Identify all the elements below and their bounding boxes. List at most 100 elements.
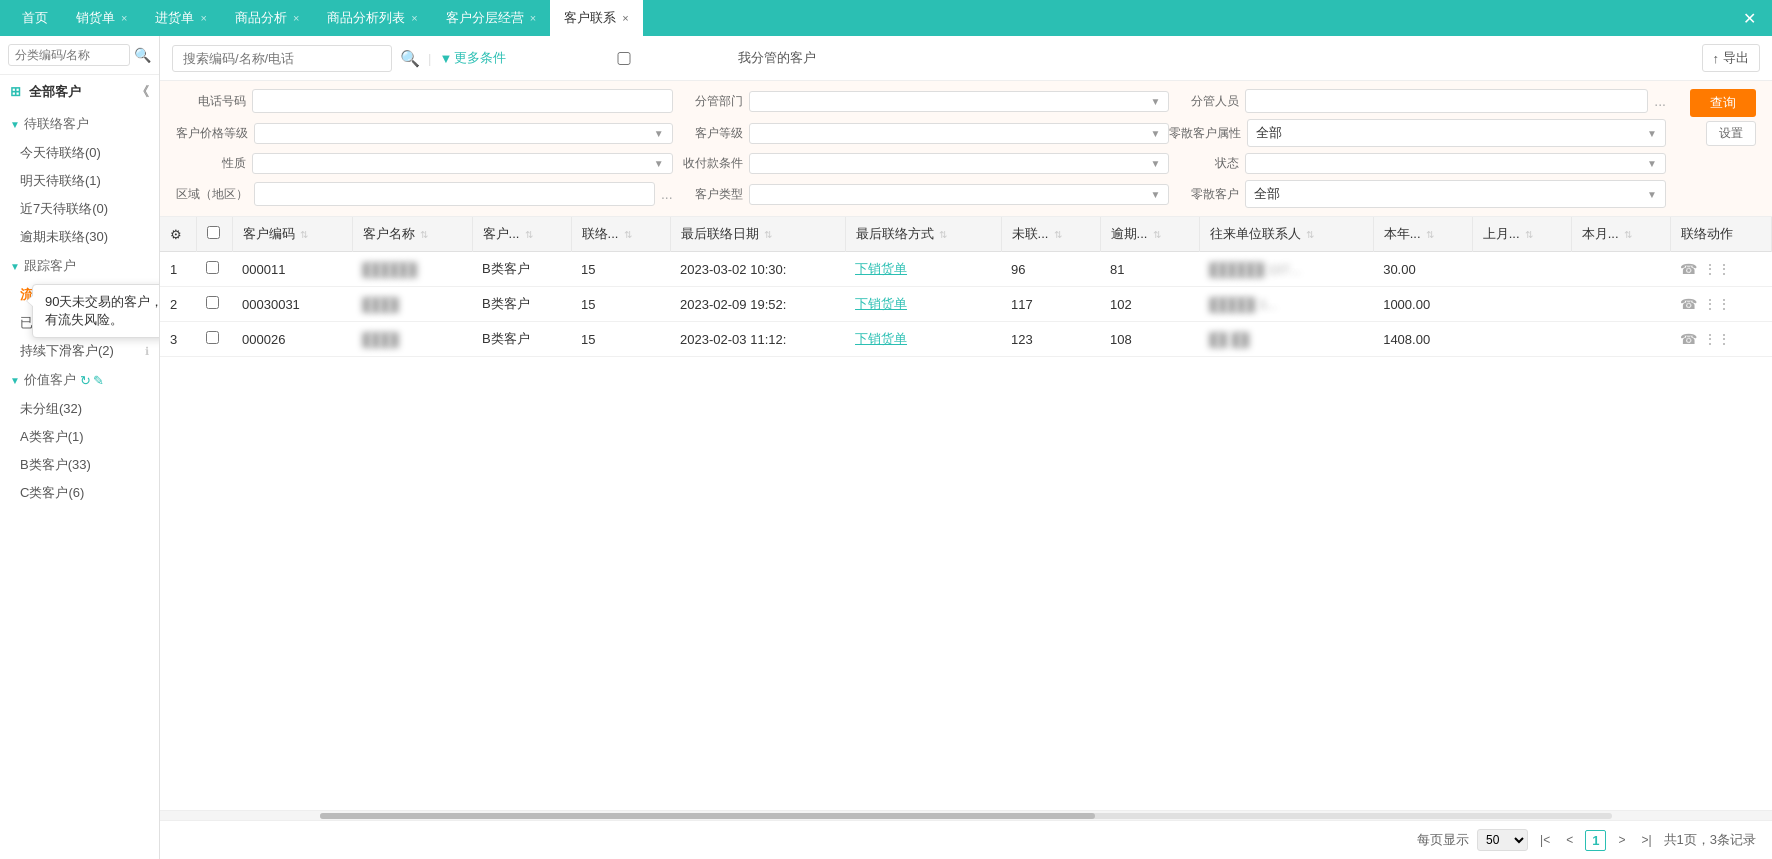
- my-customers-checkbox[interactable]: [514, 52, 734, 65]
- page-next-btn[interactable]: >: [1614, 831, 1629, 849]
- tab-home[interactable]: 首页: [8, 0, 62, 36]
- customer-type-select[interactable]: ▼: [749, 184, 1170, 205]
- row-checkbox[interactable]: [206, 296, 219, 309]
- status-select[interactable]: ▼: [1245, 153, 1666, 174]
- col-this-month[interactable]: 本月... ⇅: [1571, 217, 1670, 252]
- zero-customer-select[interactable]: 全部 ▼: [1245, 180, 1666, 208]
- edit-icon[interactable]: ✎: [93, 373, 104, 388]
- sidebar-item-ungroup[interactable]: 未分组(32): [0, 395, 159, 423]
- search-icon[interactable]: 🔍: [134, 47, 151, 63]
- sidebar-item-tomorrow[interactable]: 明天待联络(1): [0, 167, 159, 195]
- dept-select[interactable]: ▼: [749, 91, 1170, 112]
- info-icon: ℹ: [145, 345, 149, 358]
- more-action-icon[interactable]: ⋮⋮: [1703, 296, 1731, 312]
- col-last-date[interactable]: 最后联络日期 ⇅: [670, 217, 845, 252]
- sidebar-item-a-class[interactable]: A类客户(1): [0, 423, 159, 451]
- section-waiting-contact[interactable]: ▼ 待联络客户: [0, 109, 159, 139]
- contact-action-icon[interactable]: ☎: [1680, 261, 1697, 277]
- select-all-checkbox[interactable]: [207, 226, 220, 239]
- search-input[interactable]: [172, 45, 392, 72]
- window-close-button[interactable]: ✕: [1735, 9, 1764, 28]
- page-last-btn[interactable]: >|: [1637, 831, 1655, 849]
- person-label: 分管人员: [1169, 93, 1239, 110]
- col-contact-person[interactable]: 往来单位联系人 ⇅: [1199, 217, 1373, 252]
- contact-action-icon[interactable]: ☎: [1680, 331, 1697, 347]
- refresh-icon[interactable]: ↻: [80, 373, 91, 388]
- cell-checkbox[interactable]: [196, 287, 232, 322]
- cell-last-method[interactable]: 下销货单: [845, 322, 1001, 357]
- col-contact[interactable]: 联络... ⇅: [571, 217, 670, 252]
- page-prev-btn[interactable]: <: [1562, 831, 1577, 849]
- settings-icon[interactable]: ⚙: [170, 227, 182, 242]
- horizontal-scrollbar[interactable]: [160, 810, 1772, 820]
- payment-select[interactable]: ▼: [749, 153, 1170, 174]
- col-no-contact[interactable]: 未联... ⇅: [1001, 217, 1100, 252]
- close-icon[interactable]: ×: [200, 12, 206, 24]
- close-icon[interactable]: ×: [121, 12, 127, 24]
- tab-product-analysis[interactable]: 商品分析 ×: [221, 0, 313, 36]
- zero-attr-select[interactable]: 全部 ▼: [1247, 119, 1666, 147]
- cell-checkbox[interactable]: [196, 322, 232, 357]
- price-level-select[interactable]: ▼: [254, 123, 673, 144]
- person-input[interactable]: [1245, 89, 1648, 113]
- tab-product-list[interactable]: 商品分析列表 ×: [313, 0, 431, 36]
- section-value-customers[interactable]: ▼ 价值客户 ↻ ✎: [0, 365, 159, 395]
- cell-action[interactable]: ☎ ⋮⋮: [1670, 322, 1771, 357]
- tab-customer-segment[interactable]: 客户分层经营 ×: [432, 0, 550, 36]
- col-settings[interactable]: ⚙: [160, 217, 196, 252]
- row-checkbox[interactable]: [206, 331, 219, 344]
- more-filter-button[interactable]: ▼ 更多条件: [439, 49, 506, 67]
- person-more-icon[interactable]: ...: [1654, 93, 1666, 109]
- col-action: 联络动作: [1670, 217, 1771, 252]
- page-first-btn[interactable]: |<: [1536, 831, 1554, 849]
- cell-last-method[interactable]: 下销货单: [845, 287, 1001, 322]
- sidebar-item-7days[interactable]: 近7天待联络(0): [0, 195, 159, 223]
- cell-action[interactable]: ☎ ⋮⋮: [1670, 287, 1771, 322]
- sidebar-search-input[interactable]: [8, 44, 130, 66]
- col-name[interactable]: 客户名称 ⇅: [352, 217, 472, 252]
- col-type[interactable]: 客户... ⇅: [472, 217, 571, 252]
- contact-action-icon[interactable]: ☎: [1680, 296, 1697, 312]
- phone-input[interactable]: [252, 89, 673, 113]
- close-icon[interactable]: ×: [293, 12, 299, 24]
- close-icon[interactable]: ×: [411, 12, 417, 24]
- filter-zero-customer: 零散客户 全部 ▼: [1169, 180, 1666, 208]
- settings-button[interactable]: 设置: [1706, 121, 1756, 146]
- tab-customer-contact[interactable]: 客户联系 ×: [550, 0, 642, 36]
- cell-action[interactable]: ☎ ⋮⋮: [1670, 252, 1771, 287]
- col-this-year[interactable]: 本年... ⇅: [1373, 217, 1472, 252]
- scrollbar-thumb[interactable]: [320, 813, 1095, 819]
- tab-sales[interactable]: 销货单 ×: [62, 0, 141, 36]
- sidebar-item-b-class[interactable]: B类客户(33): [0, 451, 159, 479]
- search-button[interactable]: 🔍: [400, 49, 420, 68]
- col-last-month[interactable]: 上月... ⇅: [1472, 217, 1571, 252]
- cell-last-method[interactable]: 下销货单: [845, 252, 1001, 287]
- filter-dept: 分管部门 ▼: [673, 89, 1170, 113]
- query-button[interactable]: 查询: [1690, 89, 1756, 117]
- more-action-icon[interactable]: ⋮⋮: [1703, 331, 1731, 347]
- sidebar-item-overdue[interactable]: 逾期未联络(30): [0, 223, 159, 251]
- section-tracking[interactable]: ▼ 跟踪客户: [0, 251, 159, 281]
- cell-checkbox[interactable]: [196, 252, 232, 287]
- chevron-down-icon: ▼: [1647, 189, 1657, 200]
- col-overdue[interactable]: 逾期... ⇅: [1100, 217, 1199, 252]
- close-icon[interactable]: ×: [622, 12, 628, 24]
- collapse-icon[interactable]: 《: [136, 83, 149, 101]
- customer-level-select[interactable]: ▼: [749, 123, 1170, 144]
- my-customers-checkbox-label[interactable]: 我分管的客户: [514, 49, 816, 67]
- col-last-method[interactable]: 最后联络方式 ⇅: [845, 217, 1001, 252]
- all-customers-header[interactable]: ⊞ 全部客户 《: [0, 75, 159, 109]
- sidebar-item-declining[interactable]: 持续下滑客户(2) ℹ: [0, 337, 159, 365]
- sidebar-item-today[interactable]: 今天待联络(0): [0, 139, 159, 167]
- nature-select[interactable]: ▼: [252, 153, 673, 174]
- more-action-icon[interactable]: ⋮⋮: [1703, 261, 1731, 277]
- row-checkbox[interactable]: [206, 261, 219, 274]
- close-icon[interactable]: ×: [530, 12, 536, 24]
- col-code[interactable]: 客户编码 ⇅: [232, 217, 352, 252]
- sidebar-item-c-class[interactable]: C类客户(6): [0, 479, 159, 507]
- area-input[interactable]: [254, 182, 655, 206]
- area-more-icon[interactable]: ...: [661, 186, 673, 202]
- export-button[interactable]: ↑ 导出: [1702, 44, 1761, 72]
- tab-purchase[interactable]: 进货单 ×: [141, 0, 220, 36]
- per-page-select[interactable]: 50 100 200: [1477, 829, 1528, 851]
